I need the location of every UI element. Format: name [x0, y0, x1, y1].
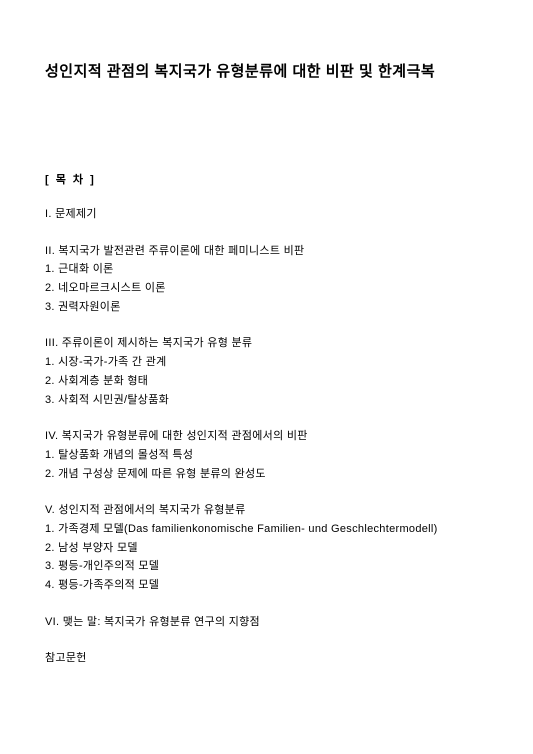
section-item: 4. 평등-가족주의적 모델	[45, 576, 488, 595]
toc-section-1: I. 문제제기	[45, 205, 488, 224]
section-heading: II. 복지국가 발전관련 주류이론에 대한 페미니스트 비판	[45, 242, 488, 261]
section-item: 1. 근대화 이론	[45, 260, 488, 279]
section-item: 1. 탈상품화 개념의 몰성적 특성	[45, 446, 488, 465]
section-item: 2. 남성 부양자 모델	[45, 539, 488, 558]
section-item: 2. 개념 구성상 문제에 따른 유형 분류의 완성도	[45, 465, 488, 484]
section-heading: IV. 복지국가 유형분류에 대한 성인지적 관점에서의 비판	[45, 427, 488, 446]
toc-section-3: III. 주류이론이 제시하는 복지국가 유형 분류 1. 시장-국가-가족 간…	[45, 334, 488, 409]
toc-header: [ 목 차 ]	[45, 171, 488, 187]
toc-section-4: IV. 복지국가 유형분류에 대한 성인지적 관점에서의 비판 1. 탈상품화 …	[45, 427, 488, 483]
toc-section-6: VI. 맺는 말: 복지국가 유형분류 연구의 지향점	[45, 613, 488, 632]
section-heading: 참고문헌	[45, 649, 488, 668]
toc-section-2: II. 복지국가 발전관련 주류이론에 대한 페미니스트 비판 1. 근대화 이…	[45, 242, 488, 317]
section-item: 3. 권력자원이론	[45, 298, 488, 317]
section-item: 1. 가족경제 모델(Das familienkonomische Famili…	[45, 520, 488, 539]
section-heading: VI. 맺는 말: 복지국가 유형분류 연구의 지향점	[45, 613, 488, 632]
toc-section-7: 참고문헌	[45, 649, 488, 668]
document-title: 성인지적 관점의 복지국가 유형분류에 대한 비판 및 한계극복	[45, 60, 488, 81]
section-item: 2. 네오마르크시스트 이론	[45, 279, 488, 298]
section-heading: I. 문제제기	[45, 205, 488, 224]
section-heading: III. 주류이론이 제시하는 복지국가 유형 분류	[45, 334, 488, 353]
section-item: 1. 시장-국가-가족 간 관계	[45, 353, 488, 372]
section-item: 3. 사회적 시민권/탈상품화	[45, 391, 488, 410]
toc-section-5: V. 성인지적 관점에서의 복지국가 유형분류 1. 가족경제 모델(Das f…	[45, 501, 488, 594]
section-item: 3. 평등-개인주의적 모델	[45, 557, 488, 576]
section-heading: V. 성인지적 관점에서의 복지국가 유형분류	[45, 501, 488, 520]
section-item: 2. 사회계층 분화 형태	[45, 372, 488, 391]
